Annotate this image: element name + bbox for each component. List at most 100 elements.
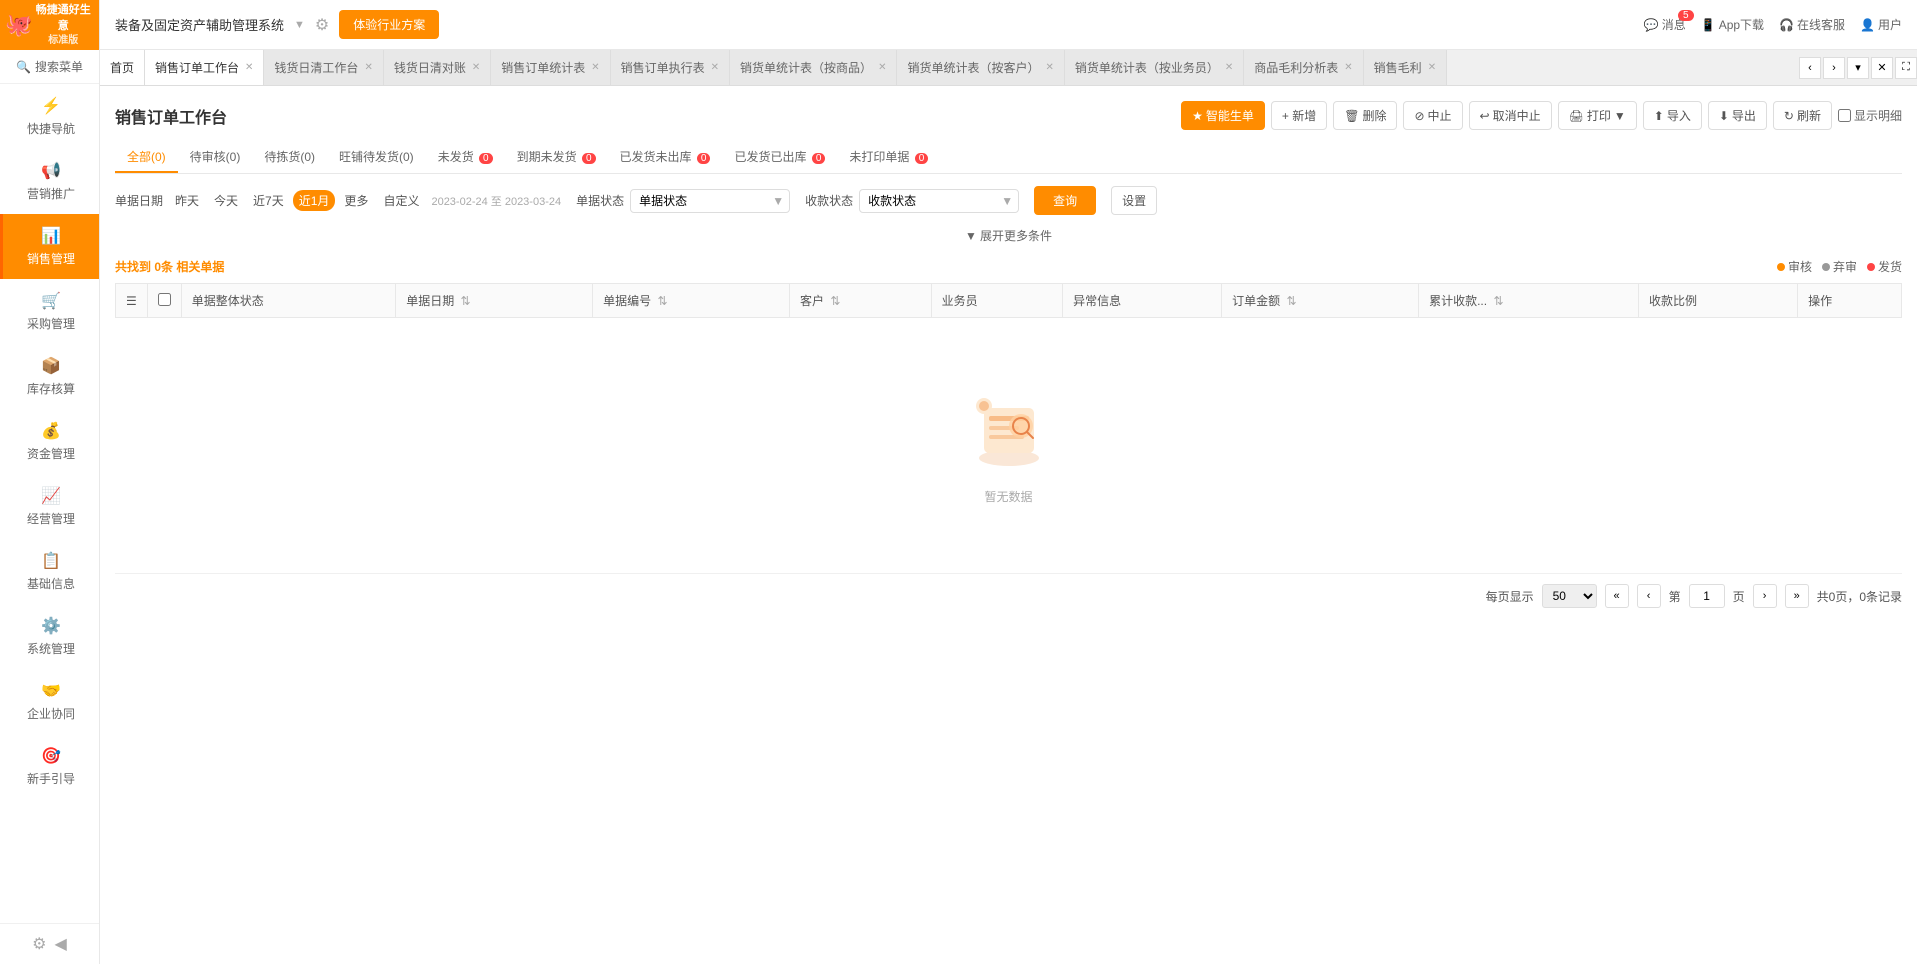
shortcut-more[interactable]: 更多 — [338, 190, 374, 211]
show-detail-checkbox[interactable] — [1838, 109, 1851, 122]
page-number-input[interactable] — [1689, 584, 1725, 608]
sidebar-item-quick-nav[interactable]: ⚡ 快捷导航 — [0, 84, 99, 149]
sidebar-item-finance[interactable]: 💰 资金管理 — [0, 409, 99, 474]
smart-create-button[interactable]: ★ 智能生单 — [1181, 101, 1265, 130]
review-button[interactable]: 审核 — [1777, 258, 1812, 275]
shortcut-yesterday[interactable]: 昨天 — [169, 190, 205, 211]
stop-button[interactable]: ⊘ 中止 — [1403, 101, 1462, 130]
tab-close-icon[interactable]: ✕ — [245, 62, 253, 73]
subtab-all[interactable]: 全部(0) — [115, 142, 178, 173]
subtab-shipped-no-out[interactable]: 已发货未出库 0 — [608, 142, 723, 173]
tab-menu-button[interactable]: ▾ — [1847, 57, 1869, 79]
tab-close-icon[interactable]: ✕ — [1344, 62, 1352, 73]
page-first-button[interactable]: « — [1605, 584, 1629, 608]
drag-icon: ☰ — [126, 294, 137, 308]
tab-sales-exec[interactable]: 销售订单执行表 ✕ — [611, 50, 730, 85]
message-button[interactable]: 💬 消息 5 — [1644, 16, 1686, 33]
headset-icon: 🎧 — [1779, 18, 1794, 32]
tab-close-all-button[interactable]: ✕ — [1871, 57, 1893, 79]
online-service-button[interactable]: 🎧 在线客服 — [1779, 16, 1845, 33]
user-button[interactable]: 👤 用户 — [1860, 16, 1902, 33]
topbar-settings-icon[interactable]: ⚙ — [315, 15, 329, 35]
subtab-pending-pickup[interactable]: 待拣货(0) — [252, 142, 327, 173]
subtab-wangpu[interactable]: 旺铺待发货(0) — [327, 142, 426, 173]
th-number[interactable]: 单据编号 ⇅ — [593, 284, 790, 318]
subtab-overdue[interactable]: 到期未发货 0 — [505, 142, 608, 173]
sidebar-item-system[interactable]: ⚙️ 系统管理 — [0, 604, 99, 669]
tab-close-icon[interactable]: ✕ — [711, 62, 719, 73]
shortcut-last7[interactable]: 近7天 — [247, 190, 290, 211]
industry-solution-button[interactable]: 体验行业方案 — [339, 10, 439, 39]
tab-fullscreen-button[interactable]: ⛶ — [1895, 57, 1917, 79]
tab-cash-daily[interactable]: 钱货日清工作台 ✕ — [264, 50, 383, 85]
tab-product-margin[interactable]: 商品毛利分析表 ✕ — [1244, 50, 1363, 85]
shipped-no-out-badge: 0 — [697, 153, 711, 164]
tab-scroll-right-button[interactable]: › — [1823, 57, 1845, 79]
tab-cash-reconcile[interactable]: 钱货日清对账 ✕ — [384, 50, 491, 85]
th-amount[interactable]: 订单金额 ⇅ — [1222, 284, 1419, 318]
th-customer[interactable]: 客户 ⇅ — [790, 284, 932, 318]
sidebar-item-search[interactable]: 🔍 搜索菜单 — [0, 50, 99, 84]
sidebar-item-marketing[interactable]: 📢 营销推广 — [0, 149, 99, 214]
tab-sales-profit[interactable]: 销售毛利 ✕ — [1364, 50, 1447, 85]
status-select[interactable]: 单据状态 — [630, 189, 790, 213]
print-button[interactable]: 🖨 打印 ▼ — [1558, 101, 1637, 130]
page-title-row: 销售订单工作台 ★ 智能生单 + 新增 🗑 删除 ⊘ 中止 ↩ 取消中止 — [115, 101, 1902, 130]
sidebar-item-guide[interactable]: 🎯 新手引导 — [0, 734, 99, 799]
tab-close-icon[interactable]: ✕ — [591, 62, 599, 73]
cancel-stop-button[interactable]: ↩ 取消中止 — [1469, 101, 1552, 130]
th-received[interactable]: 累计收款... ⇅ — [1419, 284, 1639, 318]
tab-close-icon[interactable]: ✕ — [1045, 62, 1053, 73]
tab-sales-summary-staff[interactable]: 销货单统计表（按业务员） ✕ — [1065, 50, 1244, 85]
subtab-shipped-out[interactable]: 已发货已出库 0 — [722, 142, 837, 173]
page-prev-button[interactable]: ‹ — [1637, 584, 1661, 608]
sidebar-item-sales[interactable]: 📊 销售管理 — [0, 214, 99, 279]
sidebar-item-operations[interactable]: 📈 经营管理 — [0, 474, 99, 539]
shortcut-today[interactable]: 今天 — [208, 190, 244, 211]
delete-button[interactable]: 🗑 删除 — [1333, 101, 1397, 130]
export-button[interactable]: ⬇ 导出 — [1708, 101, 1767, 130]
sidebar-gear-button[interactable]: ⚙ — [32, 934, 46, 954]
sidebar-item-basic[interactable]: 📋 基础信息 — [0, 539, 99, 604]
tab-scroll-left-button[interactable]: ‹ — [1799, 57, 1821, 79]
page-last-button[interactable]: » — [1785, 584, 1809, 608]
toolbar: ★ 智能生单 + 新增 🗑 删除 ⊘ 中止 ↩ 取消中止 🖨 — [1181, 101, 1902, 130]
app-download-button[interactable]: 📱 App下载 — [1701, 16, 1764, 33]
sidebar-collapse-button[interactable]: ◀ — [55, 934, 67, 954]
sidebar-item-inventory[interactable]: 📦 库存核算 — [0, 344, 99, 409]
tab-home[interactable]: 首页 — [100, 50, 145, 85]
tab-sales-summary-customer[interactable]: 销货单统计表（按客户） ✕ — [897, 50, 1064, 85]
shortcut-last1m[interactable]: 近1月 — [293, 190, 336, 211]
select-all-checkbox[interactable] — [158, 293, 171, 306]
add-button[interactable]: + 新增 — [1271, 101, 1327, 130]
sidebar-item-purchase[interactable]: 🛒 采购管理 — [0, 279, 99, 344]
cancel-review-button[interactable]: 弃审 — [1822, 258, 1857, 275]
payment-select[interactable]: 收款状态 — [859, 189, 1019, 213]
tab-close-icon[interactable]: ✕ — [1428, 62, 1436, 73]
tab-close-icon[interactable]: ✕ — [472, 62, 480, 73]
subtab-not-printed[interactable]: 未打印单据 0 — [837, 142, 940, 173]
tab-close-icon[interactable]: ✕ — [364, 62, 372, 73]
refresh-button[interactable]: ↻ 刷新 — [1773, 101, 1832, 130]
import-button[interactable]: ⬆ 导入 — [1643, 101, 1702, 130]
sidebar-item-enterprise[interactable]: 🤝 企业协同 — [0, 669, 99, 734]
tab-sales-workbench[interactable]: 销售订单工作台 ✕ — [145, 50, 264, 85]
subtabs: 全部(0) 待审核(0) 待拣货(0) 旺铺待发货(0) 未发货 0 到期未发货… — [115, 142, 1902, 174]
tab-sales-workbench-label: 销售订单工作台 — [155, 59, 239, 76]
page-next-button[interactable]: › — [1753, 584, 1777, 608]
not-printed-badge: 0 — [915, 153, 929, 164]
tab-close-icon[interactable]: ✕ — [878, 62, 886, 73]
settings-button[interactable]: 设置 — [1111, 186, 1157, 215]
ship-button[interactable]: 发货 — [1867, 258, 1902, 275]
tab-close-icon[interactable]: ✕ — [1225, 62, 1233, 73]
subtab-pending-review[interactable]: 待审核(0) — [178, 142, 253, 173]
tab-sales-summary-product[interactable]: 销货单统计表（按商品） ✕ — [730, 50, 897, 85]
page-size-select[interactable]: 10 20 50 100 — [1542, 584, 1597, 608]
th-date[interactable]: 单据日期 ⇅ — [396, 284, 593, 318]
expand-label: 展开更多条件 — [980, 227, 1052, 244]
tab-sales-stat[interactable]: 销售订单统计表 ✕ — [491, 50, 610, 85]
expand-button[interactable]: ▼ 展开更多条件 — [957, 223, 1060, 248]
subtab-not-shipped[interactable]: 未发货 0 — [426, 142, 505, 173]
shortcut-custom[interactable]: 自定义 — [377, 190, 425, 211]
query-button[interactable]: 查询 — [1034, 186, 1096, 215]
